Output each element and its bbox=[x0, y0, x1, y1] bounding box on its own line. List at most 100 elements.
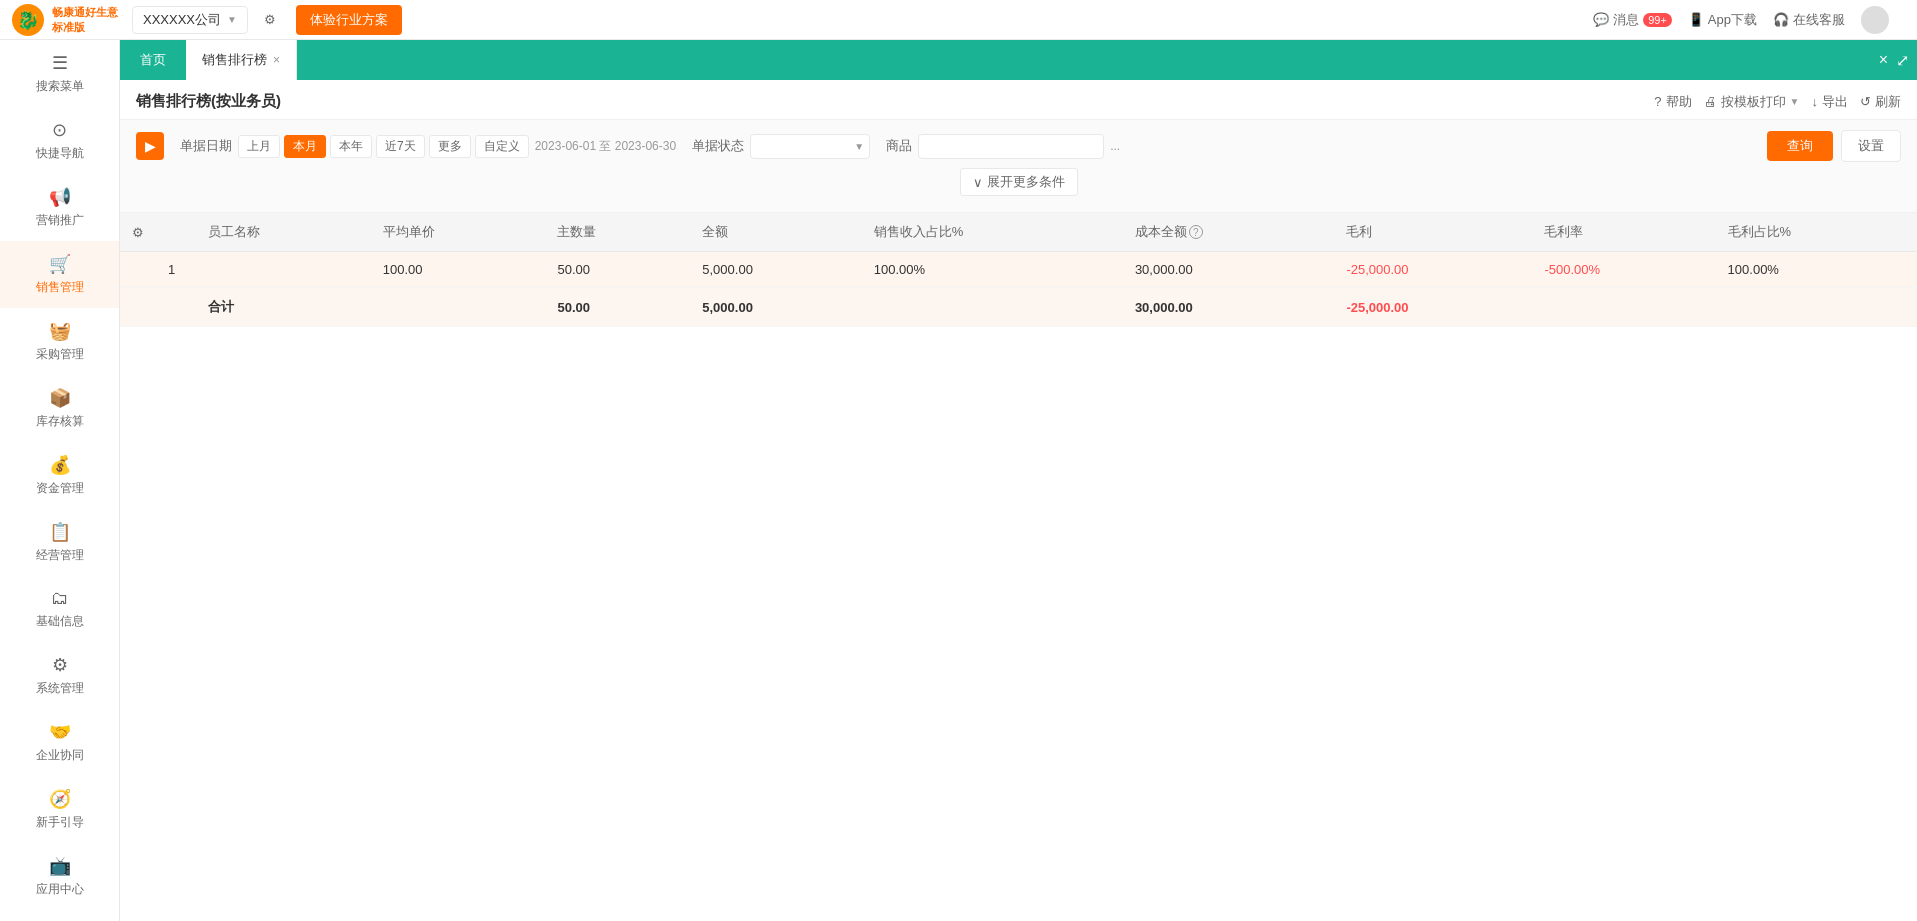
print-icon: 🖨 bbox=[1704, 94, 1717, 109]
help-button[interactable]: ? 帮助 bbox=[1654, 93, 1691, 111]
purchase-icon: 🧺 bbox=[49, 320, 71, 342]
sidebar-item-wechat[interactable]: 💬 企业微信 bbox=[0, 910, 119, 921]
filter-bar: ▶ 单据日期 上月 本月 本年 近7天 更多 自定义 bbox=[120, 120, 1917, 213]
tab-bar: 首页 销售排行榜 × × ⤢ bbox=[120, 40, 1917, 80]
sidebar-item-search-order[interactable]: ☰ 搜索菜单 bbox=[0, 40, 119, 107]
status-select-wrapper bbox=[750, 134, 870, 159]
col-header-sales-pct: 销售收入占比% bbox=[862, 213, 1123, 252]
message-area[interactable]: 💬 消息 99+ bbox=[1593, 11, 1672, 29]
footer-gross-rate-cell bbox=[1532, 288, 1715, 327]
cell-gross-rate: -500.00% bbox=[1532, 252, 1715, 288]
export-button[interactable]: ↓ 导出 bbox=[1812, 93, 1849, 111]
sidebar-item-finance[interactable]: 💰 资金管理 bbox=[0, 442, 119, 509]
topbar-right: 💬 消息 99+ 📱 App下载 🎧 在线客服 bbox=[1593, 6, 1905, 34]
footer-qty-cell: 50.00 bbox=[545, 288, 690, 327]
footer-rank-cell bbox=[156, 288, 196, 327]
filter-toggle-btn[interactable]: ▶ bbox=[136, 132, 164, 160]
set-button[interactable]: 设置 bbox=[1841, 130, 1901, 162]
table-row: 1 100.00 50.00 5,000.00 100.00% 30,000.0… bbox=[120, 252, 1917, 288]
status-select[interactable] bbox=[750, 134, 870, 159]
sidebar-item-basic-info[interactable]: 🗂 基础信息 bbox=[0, 576, 119, 642]
cost-info-icon[interactable]: ? bbox=[1189, 225, 1203, 239]
tab-close-button[interactable]: × bbox=[1879, 51, 1888, 69]
tab-home[interactable]: 首页 bbox=[120, 40, 186, 80]
date-this-month-btn[interactable]: 本月 bbox=[284, 135, 326, 158]
trial-button[interactable]: 体验行业方案 bbox=[296, 5, 402, 35]
footer-amount-cell: 5,000.00 bbox=[690, 288, 862, 327]
sidebar-item-inventory[interactable]: 📦 库存核算 bbox=[0, 375, 119, 442]
col-header-gross-rate: 毛利率 bbox=[1532, 213, 1715, 252]
sidebar-item-enterprise[interactable]: 🤝 企业协同 bbox=[0, 709, 119, 776]
tab-close-icon[interactable]: × bbox=[273, 53, 280, 67]
guide-icon: 🧭 bbox=[49, 788, 71, 810]
message-icon: 💬 bbox=[1593, 12, 1609, 27]
enterprise-icon: 🤝 bbox=[49, 721, 71, 743]
sidebar-item-quick-nav[interactable]: ⊙ 快捷导航 bbox=[0, 107, 119, 174]
date-label: 单据日期 bbox=[180, 137, 232, 155]
topbar-settings-icon[interactable]: ⚙ bbox=[256, 6, 284, 34]
expand-icon: ∨ bbox=[973, 175, 983, 190]
content-area: 首页 销售排行榜 × × ⤢ 销售排行榜(按业务员) ? 帮助 bbox=[120, 40, 1917, 921]
col-header-qty: 主数量 bbox=[545, 213, 690, 252]
footer-sales-pct-cell bbox=[862, 288, 1123, 327]
status-filter: 单据状态 bbox=[692, 134, 870, 159]
goods-input[interactable] bbox=[918, 134, 1104, 159]
sidebar-item-purchase-mgmt[interactable]: 🧺 采购管理 bbox=[0, 308, 119, 375]
sidebar-item-sys-mgmt[interactable]: ⚙ 系统管理 bbox=[0, 642, 119, 709]
tab-sales-rank[interactable]: 销售排行榜 × bbox=[186, 40, 297, 80]
query-button[interactable]: 查询 bbox=[1767, 131, 1833, 161]
col-header-cost: 成本全额 ? bbox=[1123, 213, 1335, 252]
refresh-icon: ↺ bbox=[1860, 94, 1871, 109]
message-badge: 99+ bbox=[1643, 13, 1672, 27]
main-container: ☰ 搜索菜单 ⊙ 快捷导航 📢 营销推广 🛒 销售管理 🧺 采购管理 📦 库存核… bbox=[0, 40, 1917, 921]
page-title: 销售排行榜(按业务员) bbox=[136, 92, 281, 111]
cell-amount: 5,000.00 bbox=[690, 252, 862, 288]
topbar: 🐉 畅康通好生意 标准版 XXXXXX公司 ▼ ⚙ 体验行业方案 💬 消息 99… bbox=[0, 0, 1917, 40]
cell-cost: 30,000.00 bbox=[1123, 252, 1335, 288]
date-this-year-btn[interactable]: 本年 bbox=[330, 135, 372, 158]
online-service-btn[interactable]: 🎧 在线客服 bbox=[1773, 11, 1845, 29]
table-footer-row: 合计 50.00 5,000.00 30,000.00 -25,000.00 bbox=[120, 288, 1917, 327]
export-icon: ↓ bbox=[1812, 94, 1819, 109]
date-7days-btn[interactable]: 近7天 bbox=[376, 135, 425, 158]
search-order-icon: ☰ bbox=[52, 52, 68, 74]
col-header-avg-price: 平均单价 bbox=[371, 213, 546, 252]
goods-filter: 商品 ... bbox=[886, 134, 1120, 159]
table-container: ⚙ 员工名称 平均单价 主数量 全额 销售收入占比% 成本全额 bbox=[120, 213, 1917, 921]
date-buttons: 上月 本月 本年 近7天 更多 自定义 bbox=[238, 135, 529, 158]
cell-rank: 1 bbox=[156, 252, 196, 288]
finance-icon: 💰 bbox=[49, 454, 71, 476]
basic-info-icon: 🗂 bbox=[51, 588, 69, 609]
sidebar-item-ops-mgmt[interactable]: 📋 经营管理 bbox=[0, 509, 119, 576]
expand-more-btn[interactable]: ∨ 展开更多条件 bbox=[960, 168, 1078, 196]
sidebar-item-marketing[interactable]: 📢 营销推广 bbox=[0, 174, 119, 241]
header-actions: ? 帮助 🖨 按模板打印 ▼ ↓ 导出 ↺ bbox=[1654, 93, 1901, 111]
col-header-gross: 毛利 bbox=[1334, 213, 1532, 252]
sidebar-item-app-center[interactable]: 📺 应用中心 bbox=[0, 843, 119, 910]
goods-more-icon[interactable]: ... bbox=[1110, 139, 1120, 153]
date-last-month-btn[interactable]: 上月 bbox=[238, 135, 280, 158]
refresh-button[interactable]: ↺ 刷新 bbox=[1860, 93, 1901, 111]
col-header-settings[interactable]: ⚙ bbox=[120, 213, 156, 252]
col-header-gross-pct: 毛利占比% bbox=[1716, 213, 1917, 252]
cell-gross-pct: 100.00% bbox=[1716, 252, 1917, 288]
inventory-icon: 📦 bbox=[49, 387, 71, 409]
status-label: 单据状态 bbox=[692, 137, 744, 155]
company-selector[interactable]: XXXXXX公司 ▼ bbox=[132, 6, 248, 34]
avatar[interactable] bbox=[1861, 6, 1889, 34]
col-header-rank bbox=[156, 213, 196, 252]
sidebar-item-guide[interactable]: 🧭 新手引导 bbox=[0, 776, 119, 843]
print-button[interactable]: 🖨 按模板打印 ▼ bbox=[1704, 93, 1800, 111]
page-content: 销售排行榜(按业务员) ? 帮助 🖨 按模板打印 ▼ ↓ bbox=[120, 80, 1917, 921]
date-custom-btn[interactable]: 自定义 bbox=[475, 135, 529, 158]
sidebar-item-sales-mgmt[interactable]: 🛒 销售管理 bbox=[0, 241, 119, 308]
app-download-btn[interactable]: 📱 App下载 bbox=[1688, 11, 1757, 29]
date-more-btn[interactable]: 更多 bbox=[429, 135, 471, 158]
cell-qty: 50.00 bbox=[545, 252, 690, 288]
col-header-name: 员工名称 bbox=[196, 213, 371, 252]
tab-fullscreen-button[interactable]: ⤢ bbox=[1896, 51, 1909, 70]
chevron-down-icon: ▼ bbox=[227, 14, 237, 25]
date-filter: 单据日期 上月 本月 本年 近7天 更多 自定义 2023-06-01 至 20… bbox=[180, 135, 676, 158]
cell-gross: -25,000.00 bbox=[1334, 252, 1532, 288]
footer-settings-cell bbox=[120, 288, 156, 327]
